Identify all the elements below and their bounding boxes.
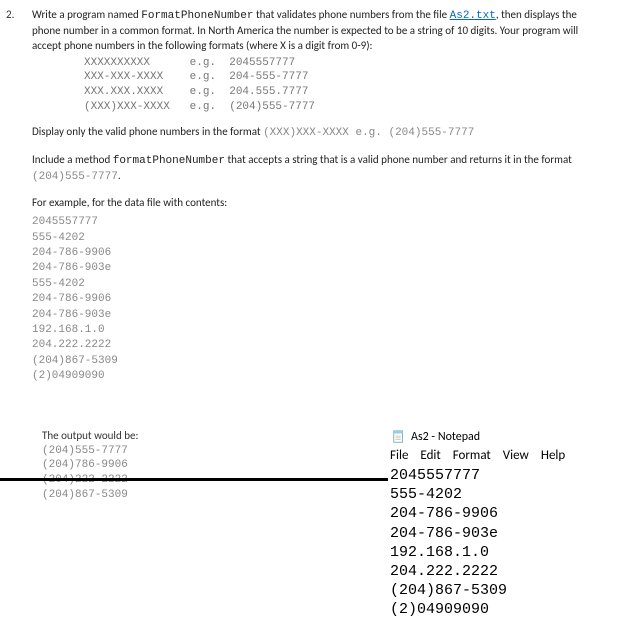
method-text-c: . xyxy=(118,169,121,182)
file-link[interactable]: As2.txt xyxy=(450,10,496,22)
method-format: (204)555-7777 xyxy=(32,171,118,183)
notepad-title: As2 - Notepad xyxy=(411,430,480,444)
sample-line: 192.168.1.0 xyxy=(32,323,600,338)
sample-data-block: 2045557777 555-4202 204-786-9906 204-786… xyxy=(32,215,600,384)
sample-line: 204-786-903e xyxy=(32,308,600,323)
method-text-a: Include a method xyxy=(32,153,113,166)
sample-line: 204-786-9906 xyxy=(32,246,600,261)
menu-format[interactable]: Format xyxy=(453,448,491,463)
sample-line: 204-786-903e xyxy=(32,261,600,276)
menu-file[interactable]: File xyxy=(390,448,408,463)
sample-line: 555-4202 xyxy=(32,277,600,292)
sample-line: (2)04909090 xyxy=(32,369,600,384)
divider xyxy=(0,478,450,481)
display-pattern: (XXX)XXX-XXXX e.g. (204)555-7777 xyxy=(263,127,474,139)
intro-paragraph: Write a program named FormatPhoneNumber … xyxy=(32,8,600,54)
notepad-icon xyxy=(392,430,406,444)
sample-line: (204)867-5309 xyxy=(32,354,600,369)
formats-block: XXXXXXXXXX e.g. 2045557777 XXX-XXX-XXXX … xyxy=(84,56,600,115)
intro-text-a: Write a program named xyxy=(32,8,141,21)
notepad-menu: File Edit Format View Help xyxy=(388,446,616,466)
notepad-body[interactable]: 2045557777 555-4202 204-786-9906 204-786… xyxy=(388,466,616,624)
sample-line: 204-786-9906 xyxy=(32,292,600,307)
display-text-a: Display only the valid phone numbers in … xyxy=(32,125,263,138)
program-name: FormatPhoneNumber xyxy=(141,10,253,22)
method-text-b: that accepts a string that is a valid ph… xyxy=(225,153,572,166)
sample-line: 2045557777 xyxy=(32,215,600,230)
sample-line: 204.222.2222 xyxy=(32,338,600,353)
intro-text-b: that validates phone numbers from the fi… xyxy=(253,8,449,21)
display-paragraph: Display only the valid phone numbers in … xyxy=(32,125,600,141)
sample-line: 555-4202 xyxy=(32,231,600,246)
menu-view[interactable]: View xyxy=(503,448,529,463)
menu-edit[interactable]: Edit xyxy=(420,448,440,463)
notepad-titlebar: As2 - Notepad xyxy=(388,428,616,446)
notepad-window: As2 - Notepad File Edit Format View Help 204… xyxy=(388,428,616,624)
method-name: formatPhoneNumber xyxy=(113,155,225,167)
example-label: For example, for the data file with cont… xyxy=(32,196,600,211)
menu-help[interactable]: Help xyxy=(541,448,565,463)
method-paragraph: Include a method formatPhoneNumber that … xyxy=(32,153,600,185)
question-number: 2. xyxy=(6,8,14,21)
